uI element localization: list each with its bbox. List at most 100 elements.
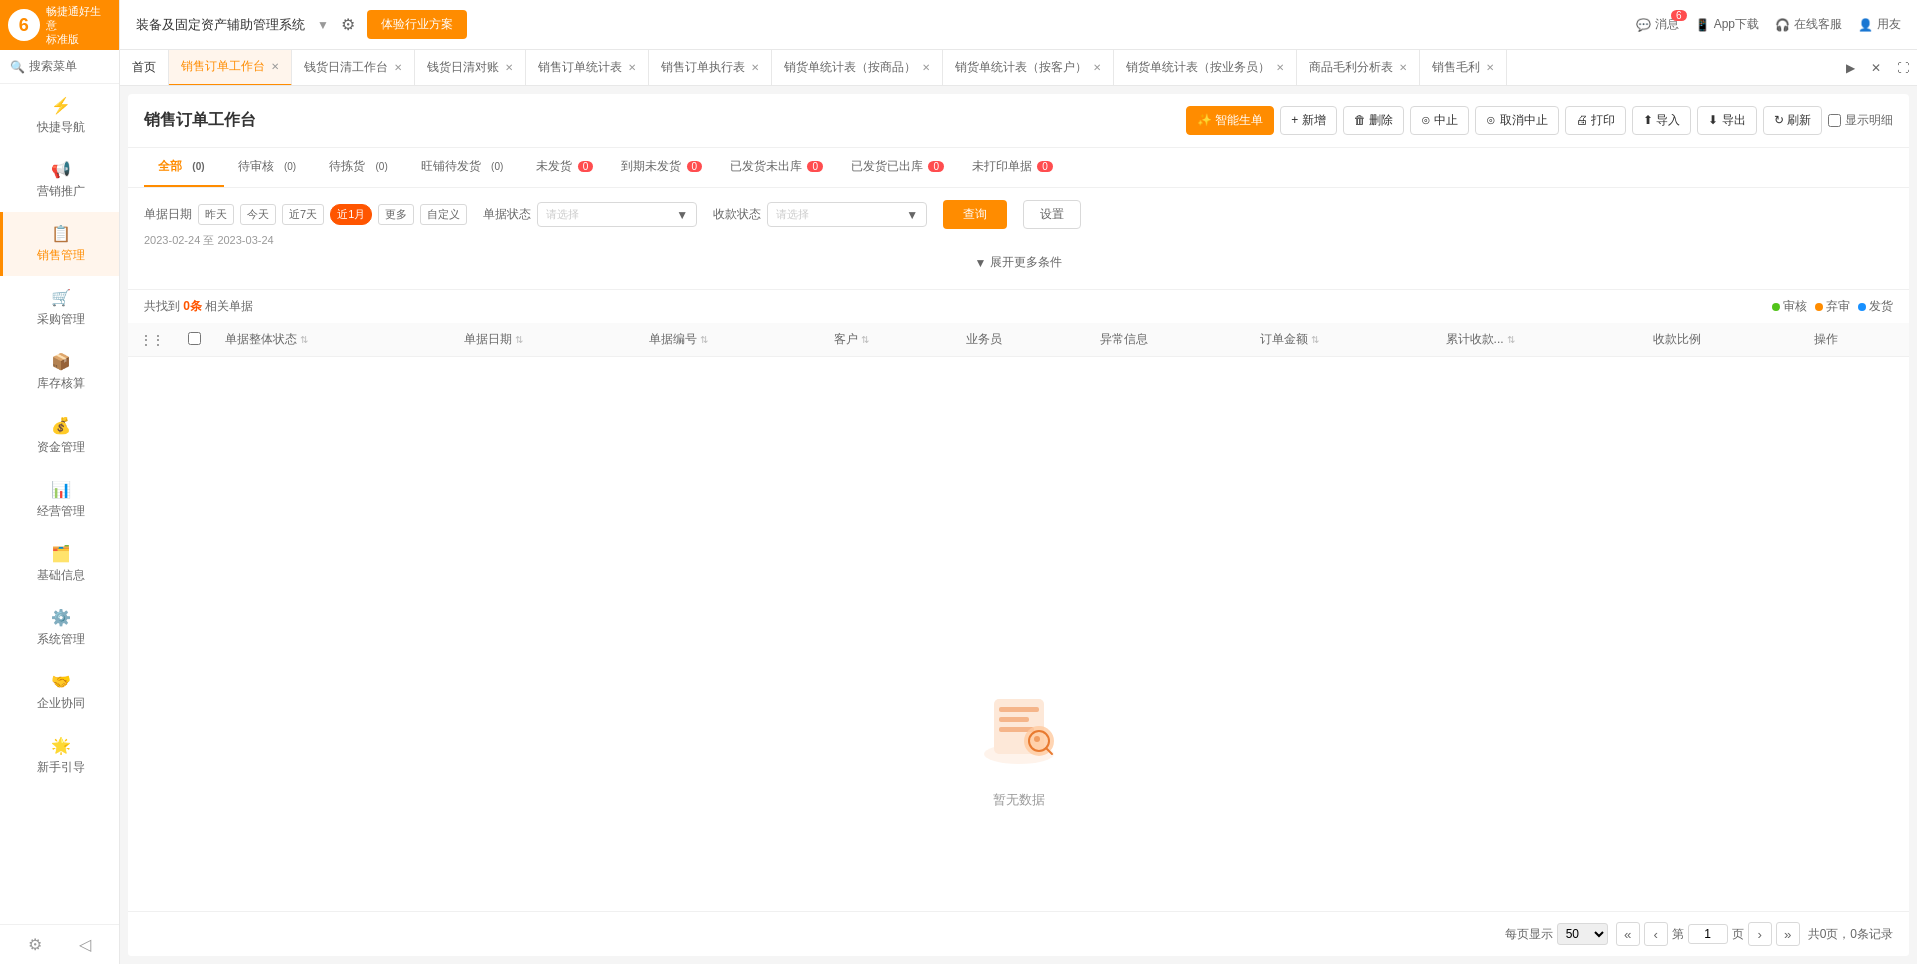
query-btn[interactable]: 查询 (943, 200, 1007, 229)
tab-more-btn[interactable]: ▶ (1838, 50, 1863, 86)
tab-sales-stats[interactable]: 销售订单统计表 ✕ (526, 50, 649, 86)
col-check[interactable] (176, 323, 213, 357)
show-detail-checkbox[interactable] (1828, 114, 1841, 127)
refresh-btn[interactable]: ↻ 刷新 (1763, 106, 1822, 135)
col-abnormal-header: 异常信息 (1088, 323, 1249, 357)
sidebar-item-inventory[interactable]: 📦 库存核算 (0, 340, 119, 404)
date-btn-more[interactable]: 更多 (378, 204, 414, 225)
sidebar-item-sales[interactable]: 📋 销售管理 (0, 212, 119, 276)
tab-close-summary-staff[interactable]: ✕ (1276, 62, 1284, 73)
ship-action-btn[interactable]: 发货 (1858, 298, 1893, 315)
online-service-btn[interactable]: 🎧 在线客服 (1775, 16, 1842, 33)
sidebar-item-quick-nav[interactable]: ⚡ 快捷导航 (0, 84, 119, 148)
sub-tab-pending-pickup[interactable]: 待拣货 (0) (315, 148, 407, 187)
tab-product-margin[interactable]: 商品毛利分析表 ✕ (1297, 50, 1420, 86)
sidebar-item-enterprise[interactable]: 🤝 企业协同 (0, 660, 119, 724)
sort-amount[interactable]: 订单金额 ⇅ (1260, 331, 1421, 348)
tab-home[interactable]: 首页 (120, 50, 169, 86)
tab-close-sales-workbench[interactable]: ✕ (271, 61, 279, 72)
first-page-btn[interactable]: « (1616, 922, 1640, 946)
sort-received[interactable]: 累计收款... ⇅ (1446, 331, 1630, 348)
tab-close-summary-customer[interactable]: ✕ (1093, 62, 1101, 73)
sort-date[interactable]: 单据日期 ⇅ (464, 331, 625, 348)
sub-tab-no-print[interactable]: 未打印单据 0 (958, 148, 1067, 187)
sidebar-item-system[interactable]: ⚙️ 系统管理 (0, 596, 119, 660)
page-size-dropdown[interactable]: 10 20 50 100 (1557, 923, 1608, 945)
sidebar-item-basic[interactable]: 🗂️ 基础信息 (0, 532, 119, 596)
import-btn[interactable]: ⬆ 导入 (1632, 106, 1691, 135)
tab-sales-exec[interactable]: 销售订单执行表 ✕ (649, 50, 772, 86)
date-btn-1month[interactable]: 近1月 (330, 204, 372, 225)
date-btn-7days[interactable]: 近7天 (282, 204, 324, 225)
sidebar-item-marketing[interactable]: 📢 营销推广 (0, 148, 119, 212)
user-btn[interactable]: 👤 用友 (1858, 16, 1901, 33)
status-select[interactable]: 请选择 ▼ (537, 202, 697, 227)
sub-tab-overdue[interactable]: 到期未发货 0 (607, 148, 716, 187)
settings-icon[interactable]: ⚙ (28, 935, 42, 954)
show-detail-toggle[interactable]: 显示明细 (1828, 112, 1893, 129)
date-btn-yesterday[interactable]: 昨天 (198, 204, 234, 225)
ship-dot (1858, 303, 1866, 311)
tab-close-sales-stats[interactable]: ✕ (628, 62, 636, 73)
sub-tab-wangpu[interactable]: 旺铺待发货 (0) (407, 148, 523, 187)
prev-page-btn[interactable]: ‹ (1644, 922, 1668, 946)
tab-sales-workbench[interactable]: 销售订单工作台 ✕ (169, 50, 292, 86)
industry-btn[interactable]: 体验行业方案 (367, 10, 467, 39)
header-dropdown-icon[interactable]: ▼ (317, 18, 329, 32)
tab-close-cash-reconcile[interactable]: ✕ (505, 62, 513, 73)
filter-area: 单据日期 昨天 今天 近7天 近1月 更多 自定义 单据状态 (128, 188, 1909, 290)
sidebar-item-guide[interactable]: 🌟 新手引导 (0, 724, 119, 788)
sidebar-item-purchase[interactable]: 🛒 采购管理 (0, 276, 119, 340)
sidebar-item-finance[interactable]: 💰 资金管理 (0, 404, 119, 468)
tab-sales-summary-staff[interactable]: 销货单统计表（按业务员） ✕ (1114, 50, 1297, 86)
last-page-btn[interactable]: » (1776, 922, 1800, 946)
collapse-icon[interactable]: ◁ (79, 935, 91, 954)
sub-tab-shipped-out[interactable]: 已发货已出库 0 (837, 148, 958, 187)
app-download-btn[interactable]: 📱 App下载 (1695, 16, 1759, 33)
sort-number[interactable]: 单据编号 ⇅ (649, 331, 810, 348)
cancel-stop-btn[interactable]: ⊙ 取消中止 (1475, 106, 1558, 135)
sub-tab-pending-review[interactable]: 待审核 (0) (224, 148, 316, 187)
settings-btn[interactable]: 设置 (1023, 200, 1081, 229)
review-action-btn[interactable]: 审核 (1772, 298, 1807, 315)
table-scroll[interactable]: ⋮⋮ 单据整体状态 ⇅ 单据日 (128, 323, 1909, 577)
print-btn[interactable]: 🖨 打印 (1565, 106, 1626, 135)
select-all-checkbox[interactable] (188, 332, 201, 345)
tab-sales-summary-customer[interactable]: 销货单统计表（按客户） ✕ (943, 50, 1114, 86)
tab-close-cash-daily[interactable]: ✕ (394, 62, 402, 73)
next-page-btn[interactable]: › (1748, 922, 1772, 946)
message-btn[interactable]: 💬 消息 6 (1636, 16, 1679, 33)
delete-btn[interactable]: 🗑 删除 (1343, 106, 1404, 135)
sidebar-item-operations[interactable]: 📊 经营管理 (0, 468, 119, 532)
sub-tab-all[interactable]: 全部 (0) (144, 148, 224, 187)
header-settings-icon[interactable]: ⚙ (341, 15, 355, 34)
unreviewed-action-btn[interactable]: 弃审 (1815, 298, 1850, 315)
tab-close-sales-exec[interactable]: ✕ (751, 62, 759, 73)
export-btn[interactable]: ⬇ 导出 (1697, 106, 1756, 135)
sort-customer[interactable]: 客户 ⇅ (834, 331, 942, 348)
add-btn[interactable]: + 新增 (1280, 106, 1336, 135)
tab-close-profit[interactable]: ✕ (1486, 62, 1494, 73)
expand-more-btn[interactable]: ▼ 展开更多条件 (144, 248, 1893, 277)
tab-close-all-btn[interactable]: ✕ (1863, 50, 1889, 86)
tab-close-margin[interactable]: ✕ (1399, 62, 1407, 73)
page-number-input[interactable] (1688, 924, 1728, 944)
sub-tab-shipped-no-out[interactable]: 已发货未出库 0 (716, 148, 837, 187)
tab-cash-daily[interactable]: 钱货日清工作台 ✕ (292, 50, 415, 86)
tab-sales-summary-product[interactable]: 销货单统计表（按商品） ✕ (772, 50, 943, 86)
sort-status[interactable]: 单据整体状态 ⇅ (225, 331, 440, 348)
tab-close-summary-product[interactable]: ✕ (922, 62, 930, 73)
tab-cash-reconcile[interactable]: 钱货日清对账 ✕ (415, 50, 526, 86)
tab-sales-profit[interactable]: 销售毛利 ✕ (1420, 50, 1507, 86)
sub-tab-unshipped[interactable]: 未发货 0 (522, 148, 607, 187)
tab-fullscreen-btn[interactable]: ⛶ (1889, 50, 1917, 86)
stop-btn[interactable]: ⊙ 中止 (1410, 106, 1469, 135)
table-info: 共找到 0条 相关单据 审核 弃审 发货 (128, 290, 1909, 323)
payment-select[interactable]: 请选择 ▼ (767, 202, 927, 227)
sidebar-search[interactable]: 🔍 搜索菜单 (0, 50, 119, 84)
sales-icon: 📋 (51, 224, 71, 243)
date-btn-custom[interactable]: 自定义 (420, 204, 467, 225)
tab-controls: ▶ ✕ ⛶ (1838, 50, 1917, 86)
date-btn-today[interactable]: 今天 (240, 204, 276, 225)
smart-create-btn[interactable]: ✨ 智能生单 (1186, 106, 1274, 135)
